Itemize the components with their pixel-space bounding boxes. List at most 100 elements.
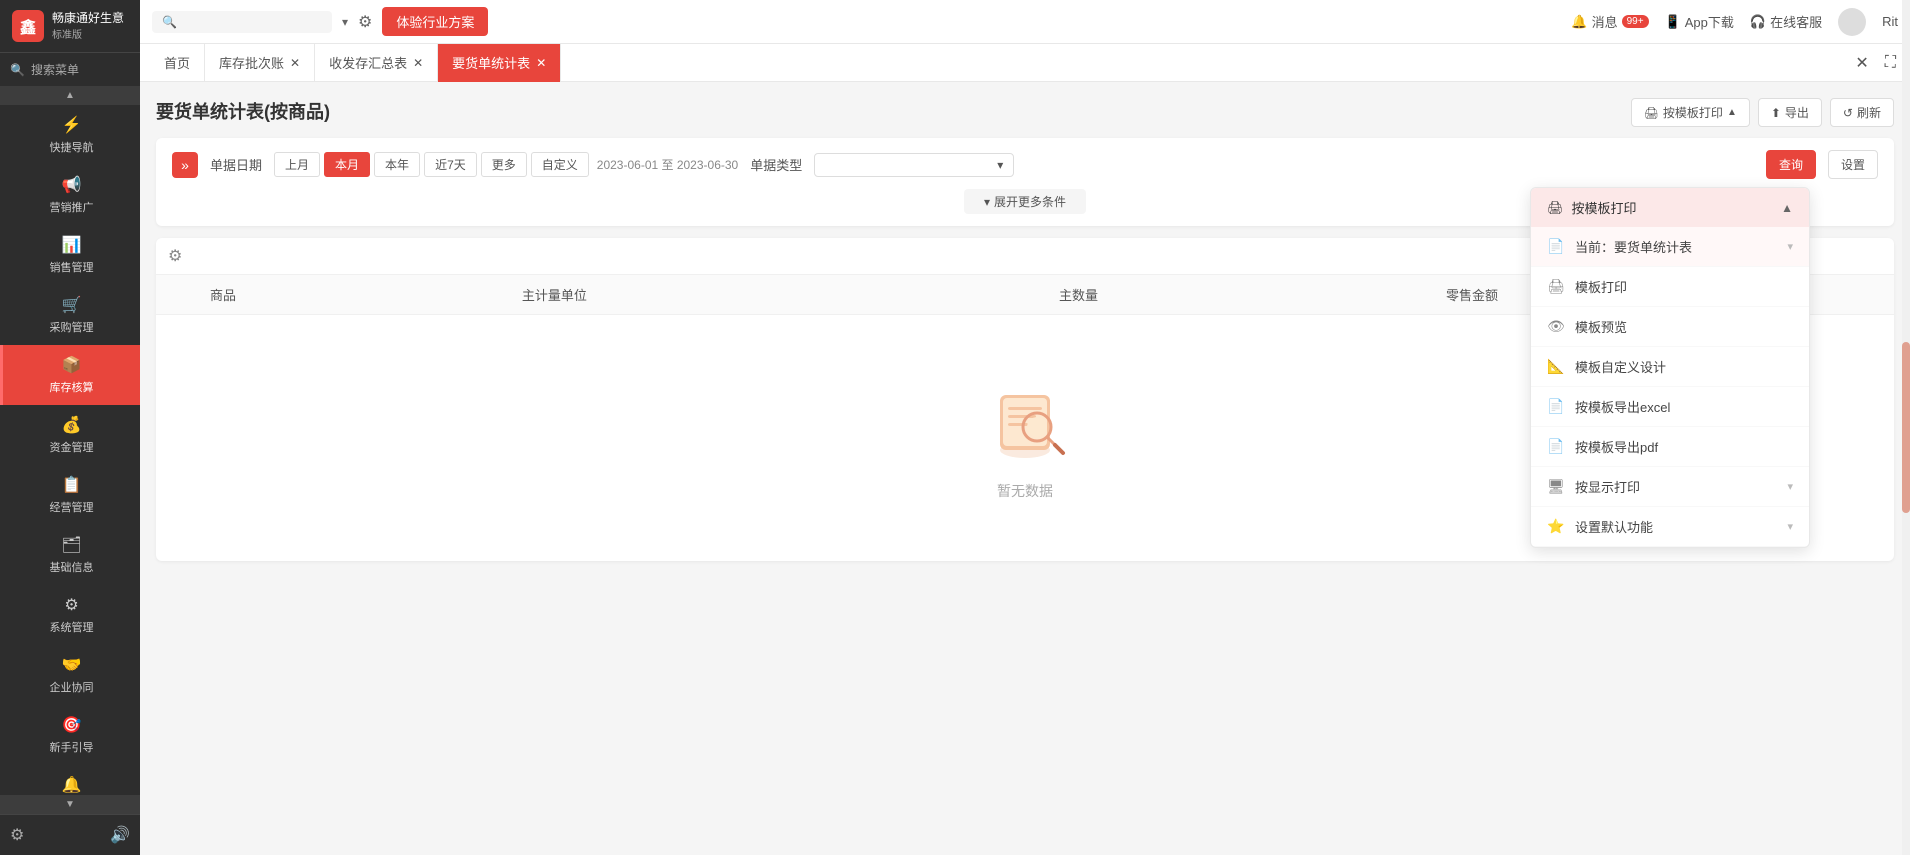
headset-icon: 🎧: [1750, 14, 1766, 30]
expand-more-button[interactable]: ▾ 展开更多条件: [964, 189, 1086, 214]
industry-solution-button[interactable]: 体验行业方案: [382, 7, 488, 36]
template-preview-icon: 👁: [1547, 318, 1565, 335]
sidebar-scroll-up[interactable]: ▲: [0, 86, 140, 105]
sidebar-bottom: ⚙ 🔊: [0, 814, 140, 855]
settings-bottom-icon[interactable]: ⚙: [10, 825, 24, 845]
export-button[interactable]: ⬆ 导出: [1758, 98, 1822, 127]
dropdown-item-export-pdf[interactable]: 📄 按模板导出pdf: [1531, 427, 1809, 467]
sidebar-logo: 鑫 畅康通好生意 标准版: [0, 0, 140, 53]
template-print-icon: 🖨: [1547, 278, 1565, 295]
bell-icon: 🔔: [1571, 14, 1587, 30]
dropdown-item-template-design[interactable]: 📐 模板自定义设计: [1531, 347, 1809, 387]
topbar-dropdown-arrow[interactable]: ▾: [342, 15, 348, 29]
table-column-settings-icon[interactable]: ⚙: [168, 246, 182, 266]
page-actions: 🖨 按模板打印 ▲ ⬆ 导出 ↺ 刷新: [1631, 98, 1894, 127]
tab-receipts-summary[interactable]: 收发存汇总表 ✕: [315, 44, 438, 82]
sidebar-item-system[interactable]: ⚙ 系统管理: [0, 585, 140, 645]
dropdown-current-item[interactable]: 📄 当前：要货单统计表 ▾: [1531, 227, 1809, 267]
sidebar-item-sales[interactable]: 📊 销售管理: [0, 225, 140, 285]
export-icon: ⬆: [1771, 106, 1781, 120]
sidebar-item-marketing[interactable]: 📢 营销推广: [0, 165, 140, 225]
basic-icon: 🗂: [61, 535, 81, 555]
sidebar: 鑫 畅康通好生意 标准版 🔍 搜索菜单 ▲ ⚡ 快捷导航 📢 营销推广 📊 销售…: [0, 0, 140, 855]
sidebar-item-finance[interactable]: 💰 资金管理: [0, 405, 140, 465]
topbar-search-box[interactable]: 🔍: [152, 11, 332, 33]
set-default-arrow: ▾: [1787, 520, 1793, 533]
export-excel-icon: 📄: [1547, 398, 1565, 415]
sound-bottom-icon[interactable]: 🔊: [110, 825, 130, 845]
type-select[interactable]: ▾: [814, 153, 1014, 177]
guide-icon: 🎯: [62, 715, 82, 735]
empty-illustration: [975, 375, 1075, 465]
type-select-arrow: ▾: [997, 158, 1003, 172]
sidebar-item-apps[interactable]: 🔔 应用中心: [0, 765, 140, 795]
right-scrollbar[interactable]: [1902, 0, 1910, 855]
settings-button[interactable]: 设置: [1828, 150, 1878, 179]
tab-order-stats[interactable]: 要货单统计表 ✕: [438, 44, 561, 82]
collab-icon: 🤝: [62, 655, 82, 675]
dropdown-item-template-preview[interactable]: 👁 模板预览: [1531, 307, 1809, 347]
sidebar-item-inventory[interactable]: 📦 库存核算: [0, 345, 140, 405]
finance-icon: 💰: [62, 415, 82, 435]
date-btn-more[interactable]: 更多: [481, 152, 527, 177]
notifications-button[interactable]: 🔔 消息 99+: [1571, 12, 1648, 31]
display-print-icon: 🖥: [1547, 478, 1565, 495]
search-icon: 🔍: [10, 63, 25, 77]
topbar-search-icon: 🔍: [162, 15, 177, 29]
tab-close-order-stats[interactable]: ✕: [536, 56, 546, 70]
set-default-icon: ⭐: [1547, 518, 1565, 535]
template-print-button[interactable]: 🖨 按模板打印 ▲: [1631, 98, 1750, 127]
apps-icon: 🔔: [62, 775, 82, 795]
sales-icon: 📊: [62, 235, 82, 255]
tab-inventory-batch[interactable]: 库存批次账 ✕: [205, 44, 315, 82]
topbar-settings-icon[interactable]: ⚙: [358, 12, 372, 32]
window-close-button[interactable]: ✕: [1851, 49, 1872, 77]
sidebar-item-operation[interactable]: 📋 经营管理: [0, 465, 140, 525]
sidebar-item-purchase[interactable]: 🛒 采购管理: [0, 285, 140, 345]
col-unit: 主计量单位: [508, 275, 1045, 315]
download-icon: 📱: [1665, 14, 1681, 30]
app-download-button[interactable]: 📱 App下载: [1665, 12, 1734, 31]
app-logo-text: 畅康通好生意 标准版: [52, 11, 124, 42]
date-range-display: 2023-06-01 至 2023-06-30: [597, 156, 738, 173]
filter-expand-button[interactable]: »: [172, 152, 198, 178]
sidebar-search[interactable]: 🔍 搜索菜单: [0, 53, 140, 86]
window-maximize-button[interactable]: ⛶: [1881, 50, 1900, 76]
date-buttons-group: 上月 本月 本年 近7天 更多 自定义 2023-06-01 至 2023-06…: [274, 152, 738, 177]
date-btn-7days[interactable]: 近7天: [424, 152, 477, 177]
sidebar-item-collab[interactable]: 🤝 企业协同: [0, 645, 140, 705]
dropdown-header: 🖨 按模板打印 ▲: [1531, 188, 1809, 227]
date-btn-this-month[interactable]: 本月: [324, 152, 370, 177]
query-button[interactable]: 查询: [1766, 150, 1816, 179]
refresh-icon: ↺: [1843, 106, 1853, 120]
date-btn-this-year[interactable]: 本年: [374, 152, 420, 177]
tab-close-inventory-batch[interactable]: ✕: [290, 56, 300, 70]
dropdown-item-display-print[interactable]: 🖥 按显示打印 ▾: [1531, 467, 1809, 507]
tab-home[interactable]: 首页: [150, 44, 205, 82]
sidebar-item-quick-nav[interactable]: ⚡ 快捷导航: [0, 105, 140, 165]
col-product: 商品: [196, 275, 508, 315]
display-print-arrow: ▾: [1787, 480, 1793, 493]
sidebar-scroll-down[interactable]: ▼: [0, 795, 140, 814]
date-btn-custom[interactable]: 自定义: [531, 152, 589, 177]
empty-text: 暂无数据: [997, 481, 1053, 501]
sidebar-items-list: ⚡ 快捷导航 📢 营销推广 📊 销售管理 🛒 采购管理 📦 库存核算 💰 资金管…: [0, 105, 140, 795]
scrollbar-thumb[interactable]: [1902, 342, 1910, 513]
system-icon: ⚙: [64, 595, 78, 615]
dropdown-item-template-print[interactable]: 🖨 模板打印: [1531, 267, 1809, 307]
customer-service-button[interactable]: 🎧 在线客服: [1750, 12, 1822, 31]
dropdown-item-export-excel[interactable]: 📄 按模板导出excel: [1531, 387, 1809, 427]
dropdown-item-set-default[interactable]: ⭐ 设置默认功能 ▾: [1531, 507, 1809, 547]
tab-close-receipts-summary[interactable]: ✕: [413, 56, 423, 70]
purchase-icon: 🛒: [62, 295, 82, 315]
window-controls: ✕ ⛶: [1851, 49, 1900, 77]
template-print-arrow-up: ▲: [1727, 107, 1737, 118]
topbar: 🔍 ▾ ⚙ 体验行业方案 🔔 消息 99+ 📱 App下载 🎧 在线客服 Rit: [140, 0, 1910, 44]
sidebar-item-guide[interactable]: 🎯 新手引导: [0, 705, 140, 765]
template-print-dropdown: 🖨 按模板打印 ▲ 📄 当前：要货单统计表 ▾ 🖨 模板打印 👁 模板预览 📐: [1530, 187, 1810, 548]
refresh-button[interactable]: ↺ 刷新: [1830, 98, 1894, 127]
dropdown-collapse-arrow[interactable]: ▲: [1781, 201, 1793, 215]
sidebar-item-basic[interactable]: 🗂 基础信息: [0, 525, 140, 585]
date-btn-last-month[interactable]: 上月: [274, 152, 320, 177]
user-avatar[interactable]: [1838, 8, 1866, 36]
